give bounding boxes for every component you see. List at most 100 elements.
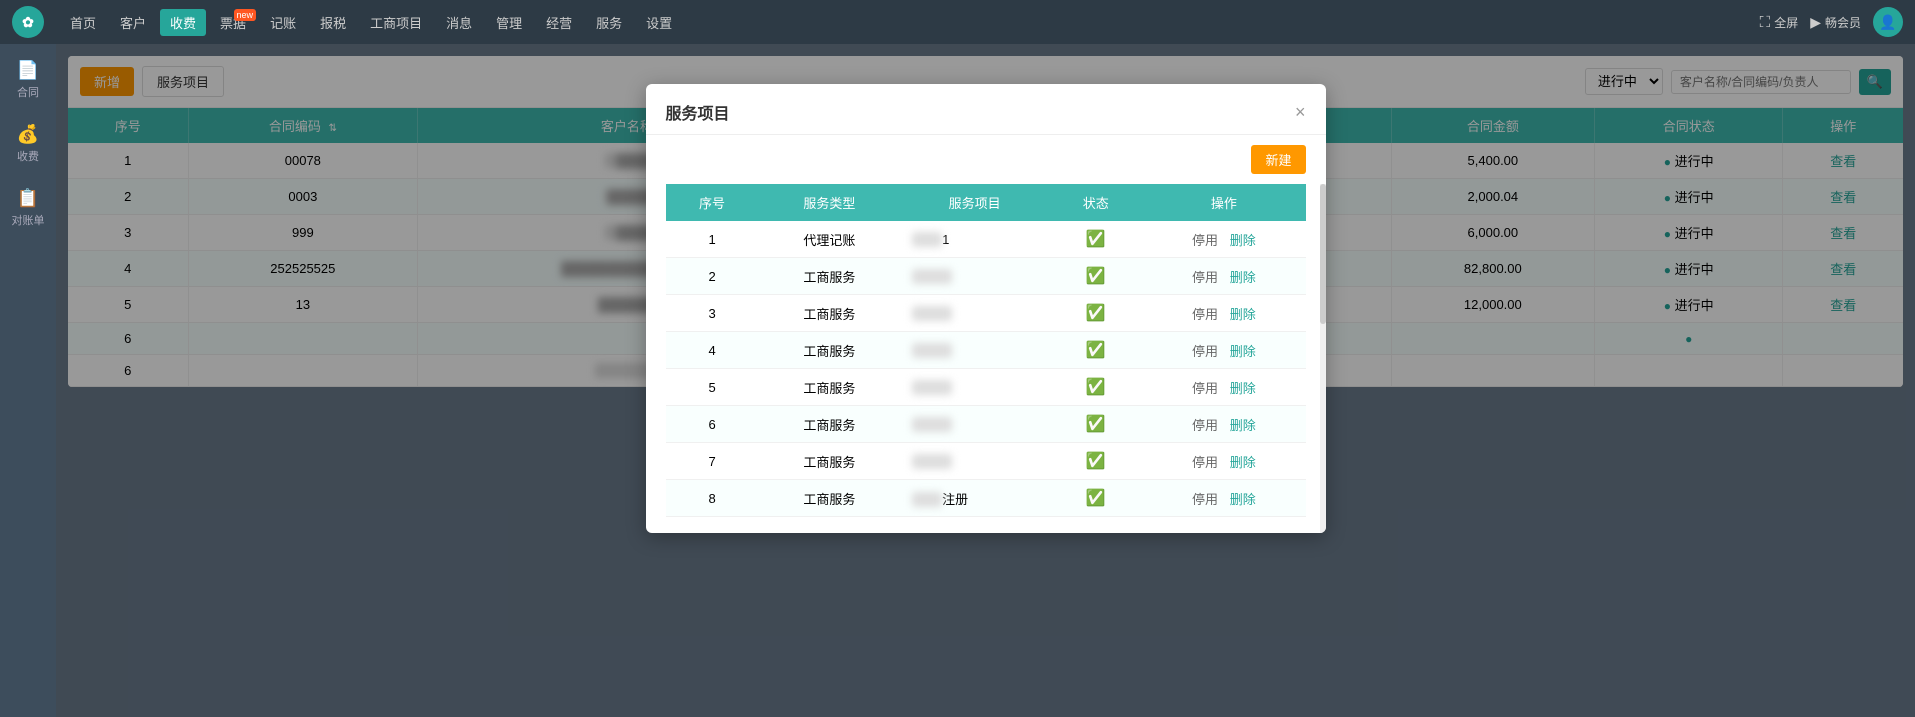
modal-cell-action[interactable]: 停用 删除 <box>1142 221 1305 258</box>
delete-button[interactable]: 删除 <box>1230 233 1256 248</box>
modal-cell-project: 1 <box>900 221 1049 258</box>
stop-button[interactable]: 停用 <box>1192 344 1218 359</box>
delete-button[interactable]: 删除 <box>1230 455 1256 470</box>
modal-overlay[interactable]: 服务项目 × 新建 序号 服务类型 服务项目 状态 <box>56 44 1915 717</box>
modal-table-row: 5 工商服务 ✅ 停用 删除 <box>666 369 1306 406</box>
nav-item-home[interactable]: 首页 <box>60 9 106 36</box>
layout: 📄 合同 💰 收费 📋 对账单 新增 服务项目 进行中 全部 已结束 <box>0 44 1915 717</box>
modal-cell-project <box>900 443 1049 480</box>
nav-item-message[interactable]: 消息 <box>436 9 482 36</box>
modal-header: 服务项目 × <box>646 84 1326 135</box>
modal-cell-action[interactable]: 停用 删除 <box>1142 295 1305 332</box>
status-check-icon: ✅ <box>1086 453 1106 470</box>
modal-table-row: 7 工商服务 ✅ 停用 删除 <box>666 443 1306 480</box>
modal-cell-seq: 2 <box>666 258 759 295</box>
avatar[interactable]: 👤 <box>1873 7 1903 37</box>
stop-button[interactable]: 停用 <box>1192 492 1218 507</box>
modal-cell-status: ✅ <box>1049 332 1142 369</box>
stop-button[interactable]: 停用 <box>1192 455 1218 470</box>
stop-button[interactable]: 停用 <box>1192 381 1218 396</box>
sidebar-item-charge[interactable]: 💰 收费 <box>0 116 56 172</box>
modal-cell-action[interactable]: 停用 删除 <box>1142 480 1305 517</box>
modal-cell-action[interactable]: 停用 删除 <box>1142 443 1305 480</box>
member-btn[interactable]: ▶ 畅会员 <box>1810 14 1861 31</box>
status-check-icon: ✅ <box>1086 342 1106 359</box>
delete-button[interactable]: 删除 <box>1230 381 1256 396</box>
modal-cell-type: 工商服务 <box>759 369 901 406</box>
modal-table-row: 8 工商服务 注册 ✅ 停用 删除 <box>666 480 1306 517</box>
stop-button[interactable]: 停用 <box>1192 418 1218 433</box>
contract-icon: 📄 <box>17 60 39 81</box>
nav-item-settings[interactable]: 设置 <box>636 9 682 36</box>
delete-button[interactable]: 删除 <box>1230 492 1256 507</box>
stop-button[interactable]: 停用 <box>1192 307 1218 322</box>
delete-button[interactable]: 删除 <box>1230 270 1256 285</box>
modal-cell-type: 工商服务 <box>759 295 901 332</box>
modal-cell-seq: 1 <box>666 221 759 258</box>
modal-cell-type: 工商服务 <box>759 258 901 295</box>
status-check-icon: ✅ <box>1086 305 1106 322</box>
modal-cell-seq: 4 <box>666 332 759 369</box>
main-content: 新增 服务项目 进行中 全部 已结束 🔍 序号 <box>56 44 1915 717</box>
sidebar: 📄 合同 💰 收费 📋 对账单 <box>0 44 56 717</box>
modal-cell-status: ✅ <box>1049 221 1142 258</box>
delete-button[interactable]: 删除 <box>1230 344 1256 359</box>
modal-table-row: 6 工商服务 ✅ 停用 删除 <box>666 406 1306 443</box>
modal-table-row: 2 工商服务 ✅ 停用 删除 <box>666 258 1306 295</box>
modal-cell-status: ✅ <box>1049 443 1142 480</box>
modal-cell-project <box>900 369 1049 406</box>
modal-title: 服务项目 <box>666 100 730 124</box>
modal-cell-action[interactable]: 停用 删除 <box>1142 406 1305 443</box>
modal-cell-status: ✅ <box>1049 295 1142 332</box>
charge-icon: 💰 <box>17 124 39 145</box>
nav-item-industry[interactable]: 工商项目 <box>360 9 432 36</box>
modal-service-items: 服务项目 × 新建 序号 服务类型 服务项目 状态 <box>646 84 1326 533</box>
modal-close-button[interactable]: × <box>1295 103 1306 121</box>
fullscreen-btn[interactable]: ⛶ 全屏 <box>1760 14 1799 31</box>
modal-cell-seq: 7 <box>666 443 759 480</box>
sidebar-item-contract[interactable]: 📄 合同 <box>0 52 56 108</box>
modal-col-project: 服务项目 <box>900 184 1049 221</box>
nav-right: ⛶ 全屏 ▶ 畅会员 👤 <box>1760 7 1903 37</box>
stop-button[interactable]: 停用 <box>1192 270 1218 285</box>
nav-item-customer[interactable]: 客户 <box>110 9 156 36</box>
modal-cell-action[interactable]: 停用 删除 <box>1142 332 1305 369</box>
delete-button[interactable]: 删除 <box>1230 307 1256 322</box>
scrollbar-track <box>1320 184 1326 533</box>
nav-item-invoice[interactable]: 票据 new <box>210 9 256 36</box>
sidebar-item-contract-label: 合同 <box>17 84 39 100</box>
modal-cell-project <box>900 406 1049 443</box>
modal-cell-seq: 6 <box>666 406 759 443</box>
modal-toolbar: 新建 <box>646 135 1326 184</box>
statement-icon: 📋 <box>17 188 39 209</box>
modal-cell-action[interactable]: 停用 删除 <box>1142 258 1305 295</box>
modal-cell-type: 工商服务 <box>759 443 901 480</box>
sidebar-item-charge-label: 收费 <box>17 148 39 164</box>
modal-cell-type: 代理记账 <box>759 221 901 258</box>
nav-item-manage[interactable]: 管理 <box>486 9 532 36</box>
modal-cell-action[interactable]: 停用 删除 <box>1142 369 1305 406</box>
modal-col-type: 服务类型 <box>759 184 901 221</box>
invoice-badge: new <box>234 9 257 22</box>
modal-cell-status: ✅ <box>1049 480 1142 517</box>
modal-body: 序号 服务类型 服务项目 状态 操作 1 代理记账 1 ✅ 停用 删除 <box>646 184 1326 533</box>
modal-new-button[interactable]: 新建 <box>1251 145 1305 174</box>
nav-logo: ✿ <box>12 6 44 38</box>
modal-col-status: 状态 <box>1049 184 1142 221</box>
status-check-icon: ✅ <box>1086 416 1106 433</box>
modal-table-row: 3 工商服务 ✅ 停用 删除 <box>666 295 1306 332</box>
nav-item-bookkeeping[interactable]: 记账 <box>260 9 306 36</box>
nav-item-service[interactable]: 服务 <box>586 9 632 36</box>
nav-item-charge[interactable]: 收费 <box>160 9 206 36</box>
nav-items: 首页 客户 收费 票据 new 记账 报税 工商项目 消息 管理 经营 服务 设… <box>60 9 1760 36</box>
status-check-icon: ✅ <box>1086 379 1106 396</box>
nav-item-operation[interactable]: 经营 <box>536 9 582 36</box>
modal-cell-status: ✅ <box>1049 406 1142 443</box>
scrollbar-thumb[interactable] <box>1320 184 1326 324</box>
sidebar-item-statement[interactable]: 📋 对账单 <box>0 180 56 236</box>
nav-item-tax[interactable]: 报税 <box>310 9 356 36</box>
modal-cell-type: 工商服务 <box>759 406 901 443</box>
sidebar-item-statement-label: 对账单 <box>12 212 45 228</box>
stop-button[interactable]: 停用 <box>1192 233 1218 248</box>
delete-button[interactable]: 删除 <box>1230 418 1256 433</box>
